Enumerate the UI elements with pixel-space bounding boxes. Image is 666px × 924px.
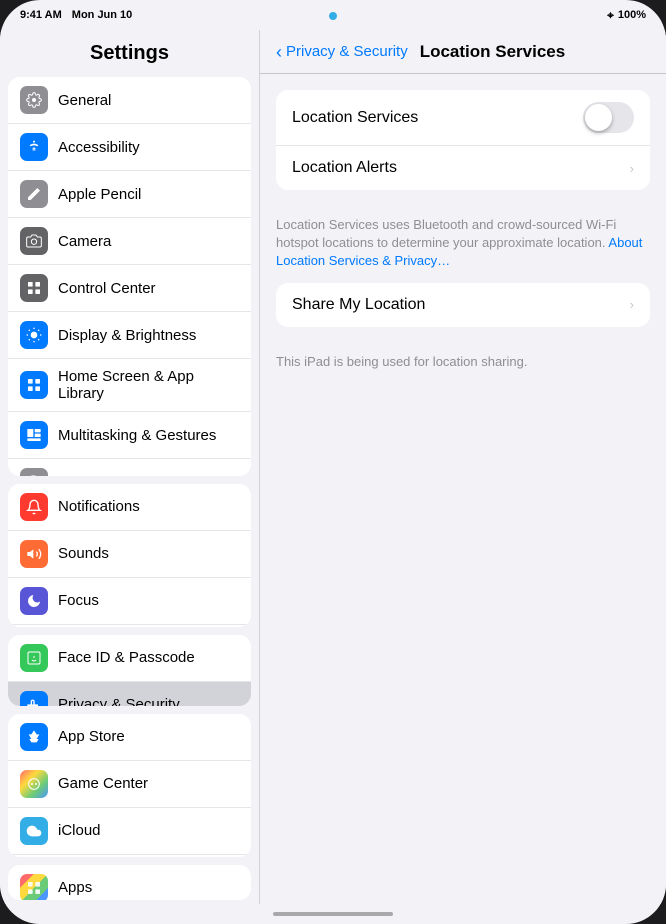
main-content: ‹ Privacy & Security Location Services L… <box>260 30 666 904</box>
privacy-security-icon <box>20 691 48 706</box>
location-alerts-row[interactable]: Location Alerts › <box>276 146 650 190</box>
location-section: Location Services Location Alerts › <box>276 90 650 190</box>
sidebar-section-1: General Accessibility Apple Pencil <box>8 77 251 476</box>
sidebar-item-focus[interactable]: Focus <box>8 578 251 625</box>
status-bar: 9:41 AM Mon Jun 10 ⌖ 100% <box>0 0 666 30</box>
share-my-location-row[interactable]: Share My Location › <box>276 283 650 327</box>
sidebar-label-apple-pencil: Apple Pencil <box>58 186 239 203</box>
sidebar-label-game-center: Game Center <box>58 775 239 792</box>
location-services-label: Location Services <box>292 109 583 127</box>
display-brightness-icon <box>20 321 48 349</box>
detail-header: ‹ Privacy & Security Location Services <box>260 30 666 74</box>
home-bar <box>273 912 393 916</box>
sidebar-item-notifications[interactable]: Notifications <box>8 484 251 531</box>
home-screen-icon <box>20 371 48 399</box>
toggle-thumb <box>585 104 612 131</box>
sidebar-item-face-id[interactable]: Face ID & Passcode <box>8 635 251 682</box>
sidebar: Settings General Accessibility <box>0 30 260 904</box>
status-time: 9:41 AM <box>20 9 62 21</box>
sounds-icon <box>20 540 48 568</box>
sidebar-label-focus: Focus <box>58 592 239 609</box>
location-alerts-chevron-icon: › <box>630 161 634 176</box>
sidebar-item-apps[interactable]: Apps <box>8 865 251 900</box>
sidebar-label-search: Search <box>58 474 239 476</box>
sidebar-section-2: Notifications Sounds Focus <box>8 484 251 627</box>
sidebar-label-multitasking: Multitasking & Gestures <box>58 427 239 444</box>
sidebar-section-3: Face ID & Passcode Privacy & Security <box>8 635 251 706</box>
sidebar-section-5: Apps <box>8 865 251 900</box>
sidebar-label-accessibility: Accessibility <box>58 139 239 156</box>
sidebar-label-icloud: iCloud <box>58 822 239 839</box>
share-my-location-chevron-icon: › <box>630 297 634 312</box>
sidebar-item-general[interactable]: General <box>8 77 251 124</box>
location-alerts-label: Location Alerts <box>292 159 630 177</box>
sidebar-item-display-brightness[interactable]: Display & Brightness <box>8 312 251 359</box>
general-icon <box>20 86 48 114</box>
detail-body: Location Services Location Alerts › Loca… <box>260 74 666 399</box>
back-chevron-icon: ‹ <box>276 43 282 61</box>
sidebar-item-apple-pencil[interactable]: Apple Pencil <box>8 171 251 218</box>
multitasking-icon <box>20 421 48 449</box>
sidebar-label-face-id: Face ID & Passcode <box>58 649 239 666</box>
sidebar-item-multitasking[interactable]: Multitasking & Gestures <box>8 412 251 459</box>
sidebar-label-control-center: Control Center <box>58 280 239 297</box>
apps-icon <box>20 874 48 900</box>
sidebar-label-sounds: Sounds <box>58 545 239 562</box>
sidebar-label-privacy-security: Privacy & Security <box>58 696 239 706</box>
location-services-row[interactable]: Location Services <box>276 90 650 146</box>
sidebar-label-home-screen: Home Screen & App Library <box>58 368 239 402</box>
icloud-icon <box>20 817 48 845</box>
sidebar-label-notifications: Notifications <box>58 498 239 515</box>
camera-icon <box>20 227 48 255</box>
focus-icon <box>20 587 48 615</box>
status-date: Mon Jun 10 <box>72 9 133 21</box>
sidebar-label-camera: Camera <box>58 233 239 250</box>
share-location-description: This iPad is being used for location sha… <box>260 347 666 383</box>
sidebar-item-control-center[interactable]: Control Center <box>8 265 251 312</box>
sidebar-label-general: General <box>58 92 239 109</box>
home-indicator <box>0 904 666 924</box>
share-my-location-label: Share My Location <box>292 296 630 314</box>
location-services-toggle[interactable] <box>583 102 634 133</box>
game-center-icon <box>20 770 48 798</box>
apple-pencil-icon <box>20 180 48 208</box>
sidebar-item-icloud[interactable]: iCloud <box>8 808 251 855</box>
sidebar-title: Settings <box>0 30 259 73</box>
sidebar-item-wallet[interactable]: Wallet & Apple Pay <box>8 855 251 857</box>
share-location-section: Share My Location › <box>276 283 650 327</box>
detail-page-title: Location Services <box>420 42 566 62</box>
back-button[interactable]: ‹ Privacy & Security <box>276 43 408 61</box>
wifi-icon: ⌖ <box>607 8 614 23</box>
sidebar-item-privacy-security[interactable]: Privacy & Security <box>8 682 251 706</box>
about-location-link[interactable]: About Location Services & Privacy… <box>276 235 642 268</box>
search-icon <box>20 468 48 476</box>
app-store-icon <box>20 723 48 751</box>
sidebar-item-game-center[interactable]: Game Center <box>8 761 251 808</box>
sidebar-item-camera[interactable]: Camera <box>8 218 251 265</box>
sidebar-section-4: App Store Game Center iCloud <box>8 714 251 857</box>
sidebar-item-screen-time[interactable]: Screen Time <box>8 625 251 627</box>
accessibility-icon <box>20 133 48 161</box>
control-center-icon <box>20 274 48 302</box>
sidebar-label-app-store: App Store <box>58 728 239 745</box>
sidebar-label-apps: Apps <box>58 879 239 896</box>
sidebar-item-search[interactable]: Search <box>8 459 251 476</box>
sidebar-item-home-screen[interactable]: Home Screen & App Library <box>8 359 251 412</box>
sidebar-item-sounds[interactable]: Sounds <box>8 531 251 578</box>
sidebar-item-app-store[interactable]: App Store <box>8 714 251 761</box>
back-label: Privacy & Security <box>286 43 408 60</box>
battery-text: 100% <box>618 9 646 21</box>
face-id-icon <box>20 644 48 672</box>
sidebar-label-display-brightness: Display & Brightness <box>58 327 239 344</box>
notifications-icon <box>20 493 48 521</box>
location-description: Location Services uses Bluetooth and cro… <box>260 210 666 283</box>
sidebar-item-accessibility[interactable]: Accessibility <box>8 124 251 171</box>
